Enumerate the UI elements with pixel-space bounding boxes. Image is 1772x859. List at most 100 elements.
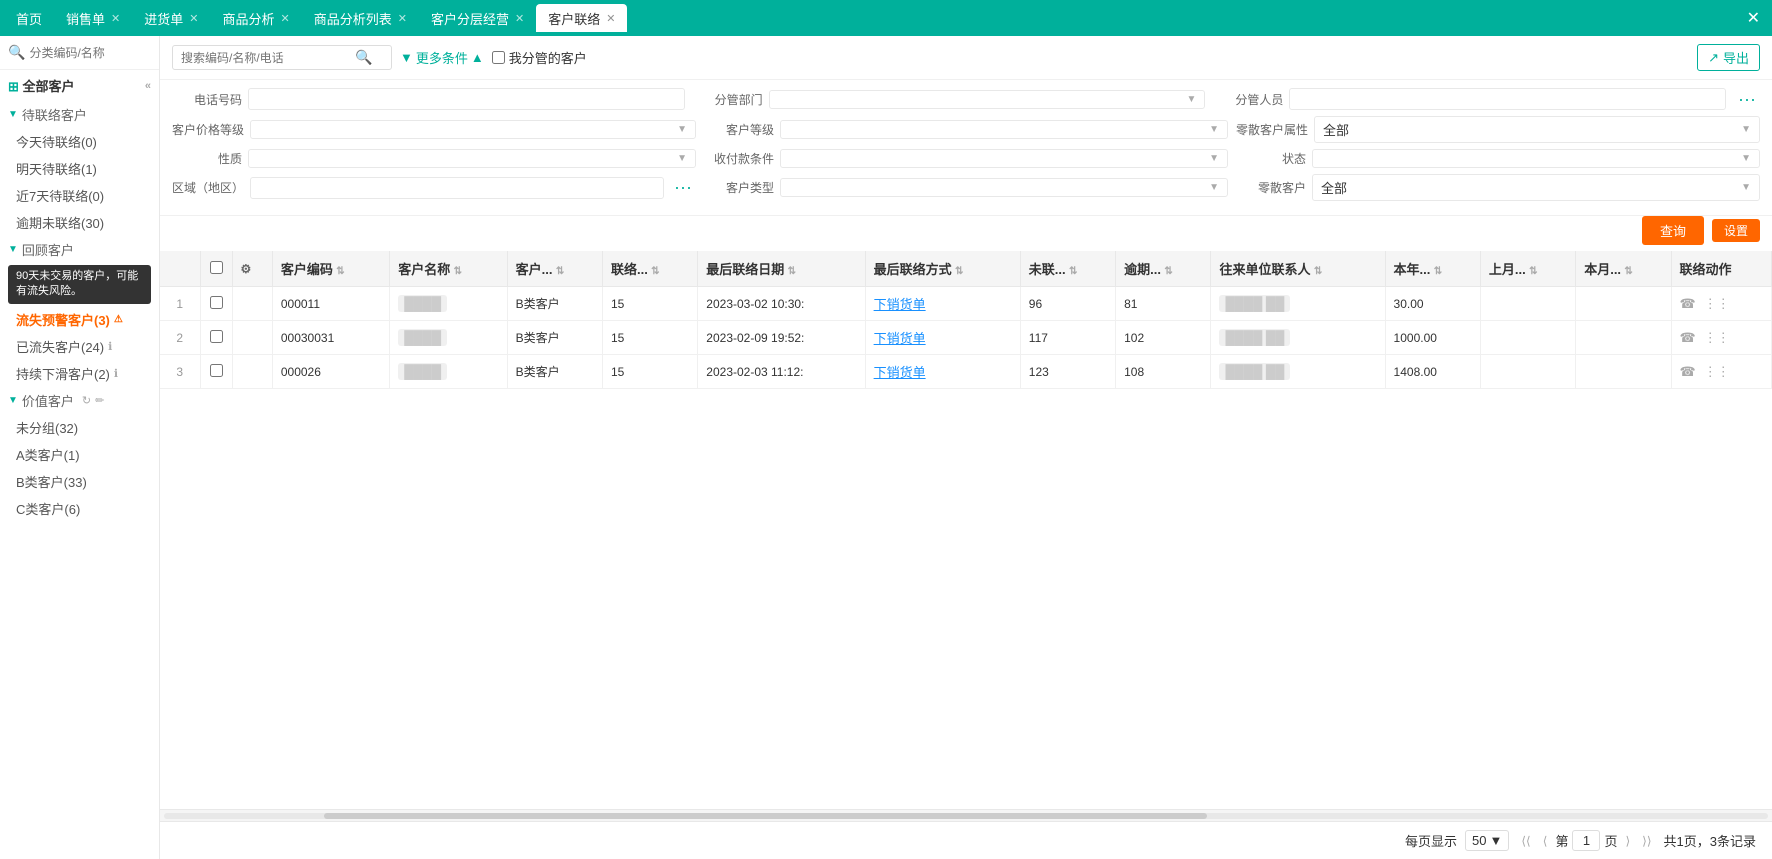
cell-check[interactable] xyxy=(200,355,232,389)
main-search-input[interactable] xyxy=(181,51,351,65)
tab-bar-close-button[interactable]: ✕ xyxy=(1739,8,1768,28)
th-last-month[interactable]: 上月... ⇅ xyxy=(1480,251,1575,287)
sidebar-item-churned[interactable]: 已流失客户(24) ℹ xyxy=(0,333,159,360)
edit-icon[interactable]: ✏ xyxy=(95,394,104,407)
tab-product-analysis[interactable]: 商品分析 ✕ xyxy=(210,4,301,32)
cell-check[interactable] xyxy=(200,321,232,355)
last-method-link[interactable]: 下销货单 xyxy=(874,365,926,380)
customer-level-select[interactable]: ▼ xyxy=(780,120,1228,139)
refresh-icon[interactable]: ↻ xyxy=(82,394,91,407)
sidebar-item-tomorrow[interactable]: 明天待联络(1) xyxy=(0,155,159,182)
settings-button[interactable]: 设置 xyxy=(1712,219,1760,242)
tab-customer-contact[interactable]: 客户联络 ✕ xyxy=(536,4,627,32)
tab-home[interactable]: 首页 xyxy=(4,4,54,32)
status-select[interactable]: ▼ xyxy=(1312,149,1760,168)
unit-contact-blurred: ████ ██ xyxy=(1219,329,1290,346)
price-level-select[interactable]: ▼ xyxy=(250,120,696,139)
cell-last-method[interactable]: 下销货单 xyxy=(865,321,1020,355)
close-icon[interactable]: ✕ xyxy=(111,12,120,25)
query-button[interactable]: 查询 xyxy=(1642,216,1704,245)
th-type[interactable]: 客户... ⇅ xyxy=(507,251,602,287)
all-customers-header[interactable]: ⊞ 全部客户 « xyxy=(0,70,159,101)
th-this-year[interactable]: 本年... ⇅ xyxy=(1385,251,1480,287)
zero-customer-select[interactable]: 全部 ▼ xyxy=(1312,174,1760,201)
first-page-button[interactable]: ⟨⟨ xyxy=(1517,832,1534,850)
sidebar-item-class-c[interactable]: C类客户(6) xyxy=(0,495,159,522)
select-all-checkbox[interactable] xyxy=(210,261,223,274)
sidebar-item-class-a[interactable]: A类客户(1) xyxy=(0,441,159,468)
close-icon[interactable]: ✕ xyxy=(189,12,198,25)
cell-last-method[interactable]: 下销货单 xyxy=(865,355,1020,389)
th-check[interactable] xyxy=(200,251,232,287)
th-last-method[interactable]: 最后联络方式 ⇅ xyxy=(865,251,1020,287)
th-unit-contact[interactable]: 往来单位联系人 ⇅ xyxy=(1211,251,1385,287)
filter-row-2: 客户价格等级 ▼ 客户等级 ▼ 零散客户属性 全部 xyxy=(172,116,1760,143)
close-icon[interactable]: ✕ xyxy=(515,12,524,25)
more-action-icon[interactable]: ⋮⋮ xyxy=(1704,330,1730,346)
scrollbar-thumb[interactable] xyxy=(324,813,1206,819)
th-last-date[interactable]: 最后联络日期 ⇅ xyxy=(698,251,865,287)
sidebar-group-review[interactable]: ▼ 回顾客户 xyxy=(0,236,159,263)
tab-customer-segment[interactable]: 客户分层经营 ✕ xyxy=(419,4,536,32)
more-filters-button[interactable]: ▼ 更多条件 ▲ xyxy=(400,48,484,67)
horizontal-scrollbar[interactable] xyxy=(160,809,1772,821)
sidebar-item-ungrouped[interactable]: 未分组(32) xyxy=(0,414,159,441)
my-customers-check[interactable] xyxy=(492,51,505,64)
sidebar-item-class-b[interactable]: B类客户(33) xyxy=(0,468,159,495)
page-size-select[interactable]: 50 ▼ xyxy=(1465,830,1509,851)
row-checkbox[interactable] xyxy=(210,296,223,309)
sidebar-item-churn-warning[interactable]: 流失预警客户(3) ⚠ xyxy=(0,306,159,333)
payment-select[interactable]: ▼ xyxy=(780,149,1228,168)
tab-purchase[interactable]: 进货单 ✕ xyxy=(132,4,210,32)
close-icon[interactable]: ✕ xyxy=(606,12,615,25)
last-method-link[interactable]: 下销货单 xyxy=(874,297,926,312)
th-contact[interactable]: 联络... ⇅ xyxy=(602,251,697,287)
sidebar-item-overdue[interactable]: 逾期未联络(30) xyxy=(0,209,159,236)
current-page-input[interactable]: 1 xyxy=(1572,830,1600,851)
cell-contact: 15 xyxy=(602,287,697,321)
zero-attr-select[interactable]: 全部 ▼ xyxy=(1314,116,1760,143)
sidebar-group-value[interactable]: ▼ 价值客户 ↻ ✏ xyxy=(0,387,159,414)
dept-select[interactable]: ▼ xyxy=(769,90,1206,109)
th-this-month[interactable]: 本月... ⇅ xyxy=(1576,251,1671,287)
manager-input[interactable] xyxy=(1289,88,1726,110)
sidebar-collapse-icon[interactable]: « xyxy=(145,80,151,92)
contact-icon[interactable]: ☎ xyxy=(1680,330,1696,346)
last-method-link[interactable]: 下销货单 xyxy=(874,331,926,346)
more-action-icon[interactable]: ⋮⋮ xyxy=(1704,364,1730,380)
close-icon[interactable]: ✕ xyxy=(398,12,407,25)
th-code[interactable]: 客户编码 ⇅ xyxy=(272,251,389,287)
prev-page-button[interactable]: ⟨ xyxy=(1539,832,1552,850)
region-more-icon[interactable]: ··· xyxy=(670,177,696,198)
phone-input[interactable] xyxy=(248,88,685,110)
cell-last-month xyxy=(1480,321,1575,355)
more-action-icon[interactable]: ⋮⋮ xyxy=(1704,296,1730,312)
contact-icon[interactable]: ☎ xyxy=(1680,364,1696,380)
last-page-button[interactable]: ⟩⟩ xyxy=(1638,832,1655,850)
th-settings[interactable]: ⚙ xyxy=(232,251,272,287)
cell-check[interactable] xyxy=(200,287,232,321)
search-icon-main[interactable]: 🔍 xyxy=(355,49,372,66)
th-overdue[interactable]: 逾期... ⇅ xyxy=(1116,251,1211,287)
th-name[interactable]: 客户名称 ⇅ xyxy=(390,251,507,287)
region-input[interactable] xyxy=(250,177,664,199)
export-button[interactable]: ↗ 导出 xyxy=(1697,44,1760,71)
th-uncontacted[interactable]: 未联... ⇅ xyxy=(1020,251,1115,287)
row-checkbox[interactable] xyxy=(210,330,223,343)
close-icon[interactable]: ✕ xyxy=(281,12,290,25)
sidebar-group-pending[interactable]: ▼ 待联络客户 xyxy=(0,101,159,128)
row-checkbox[interactable] xyxy=(210,364,223,377)
tab-product-analysis-list[interactable]: 商品分析列表 ✕ xyxy=(302,4,419,32)
customer-type-select[interactable]: ▼ xyxy=(780,178,1228,197)
next-page-button[interactable]: ⟩ xyxy=(1621,832,1634,850)
my-customers-checkbox[interactable]: 我分管的客户 xyxy=(492,48,587,67)
contact-icon[interactable]: ☎ xyxy=(1680,296,1696,312)
more-options-icon[interactable]: ··· xyxy=(1734,89,1760,110)
sidebar-item-declining[interactable]: 持续下滑客户(2) ℹ xyxy=(0,360,159,387)
tab-sales[interactable]: 销售单 ✕ xyxy=(54,4,132,32)
sidebar-item-7days[interactable]: 近7天待联络(0) xyxy=(0,182,159,209)
cell-last-method[interactable]: 下销货单 xyxy=(865,287,1020,321)
sidebar-item-today[interactable]: 今天待联络(0) xyxy=(0,128,159,155)
sidebar-search-input[interactable] xyxy=(29,46,160,60)
nature-select[interactable]: ▼ xyxy=(248,149,696,168)
